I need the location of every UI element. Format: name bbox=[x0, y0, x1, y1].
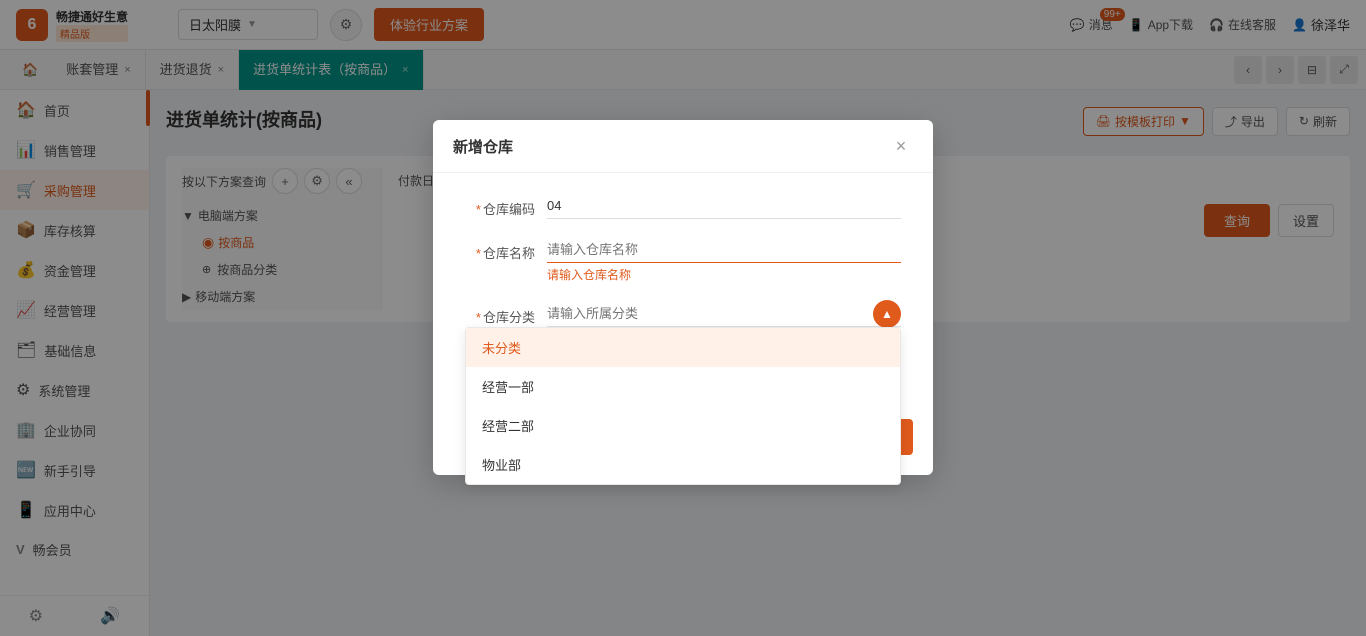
name-error-hint: 请输入仓库名称 bbox=[547, 266, 901, 283]
form-category-label: *仓库分类 bbox=[465, 301, 535, 326]
dropdown-item-dept2[interactable]: 经营二部 bbox=[466, 406, 900, 445]
dropdown-item-dept1[interactable]: 经营一部 bbox=[466, 367, 900, 406]
modal-header: 新增仓库 × bbox=[433, 120, 933, 173]
form-row-code: *仓库编码 bbox=[465, 193, 901, 219]
modal-overlay[interactable]: 新增仓库 × *仓库编码 *仓库名称 请输入仓库名称 bbox=[0, 0, 1366, 636]
form-name-wrap: 请输入仓库名称 bbox=[547, 237, 901, 283]
warehouse-name-input[interactable] bbox=[547, 237, 901, 263]
form-code-label: *仓库编码 bbox=[465, 193, 535, 218]
form-name-label: *仓库名称 bbox=[465, 237, 535, 262]
category-input-wrap: ▲ 未分类 经营一部 经营二部 物业部 bbox=[547, 301, 901, 327]
modal-new-warehouse: 新增仓库 × *仓库编码 *仓库名称 请输入仓库名称 bbox=[433, 120, 933, 475]
form-row-name: *仓库名称 请输入仓库名称 bbox=[465, 237, 901, 283]
category-dropdown-button[interactable]: ▲ bbox=[873, 300, 901, 328]
modal-title: 新增仓库 bbox=[453, 136, 513, 157]
warehouse-code-input[interactable] bbox=[547, 193, 901, 219]
category-dropdown-list: 未分类 经营一部 经营二部 物业部 bbox=[465, 327, 901, 485]
modal-body: *仓库编码 *仓库名称 请输入仓库名称 *仓库分类 bbox=[433, 173, 933, 409]
category-input[interactable] bbox=[547, 301, 901, 327]
form-row-category: *仓库分类 ▲ 未分类 经营一部 经营二部 物业部 bbox=[465, 301, 901, 327]
dropdown-item-dept3[interactable]: 物业部 bbox=[466, 445, 900, 484]
dropdown-item-none[interactable]: 未分类 bbox=[466, 328, 900, 367]
modal-close-button[interactable]: × bbox=[889, 134, 913, 158]
